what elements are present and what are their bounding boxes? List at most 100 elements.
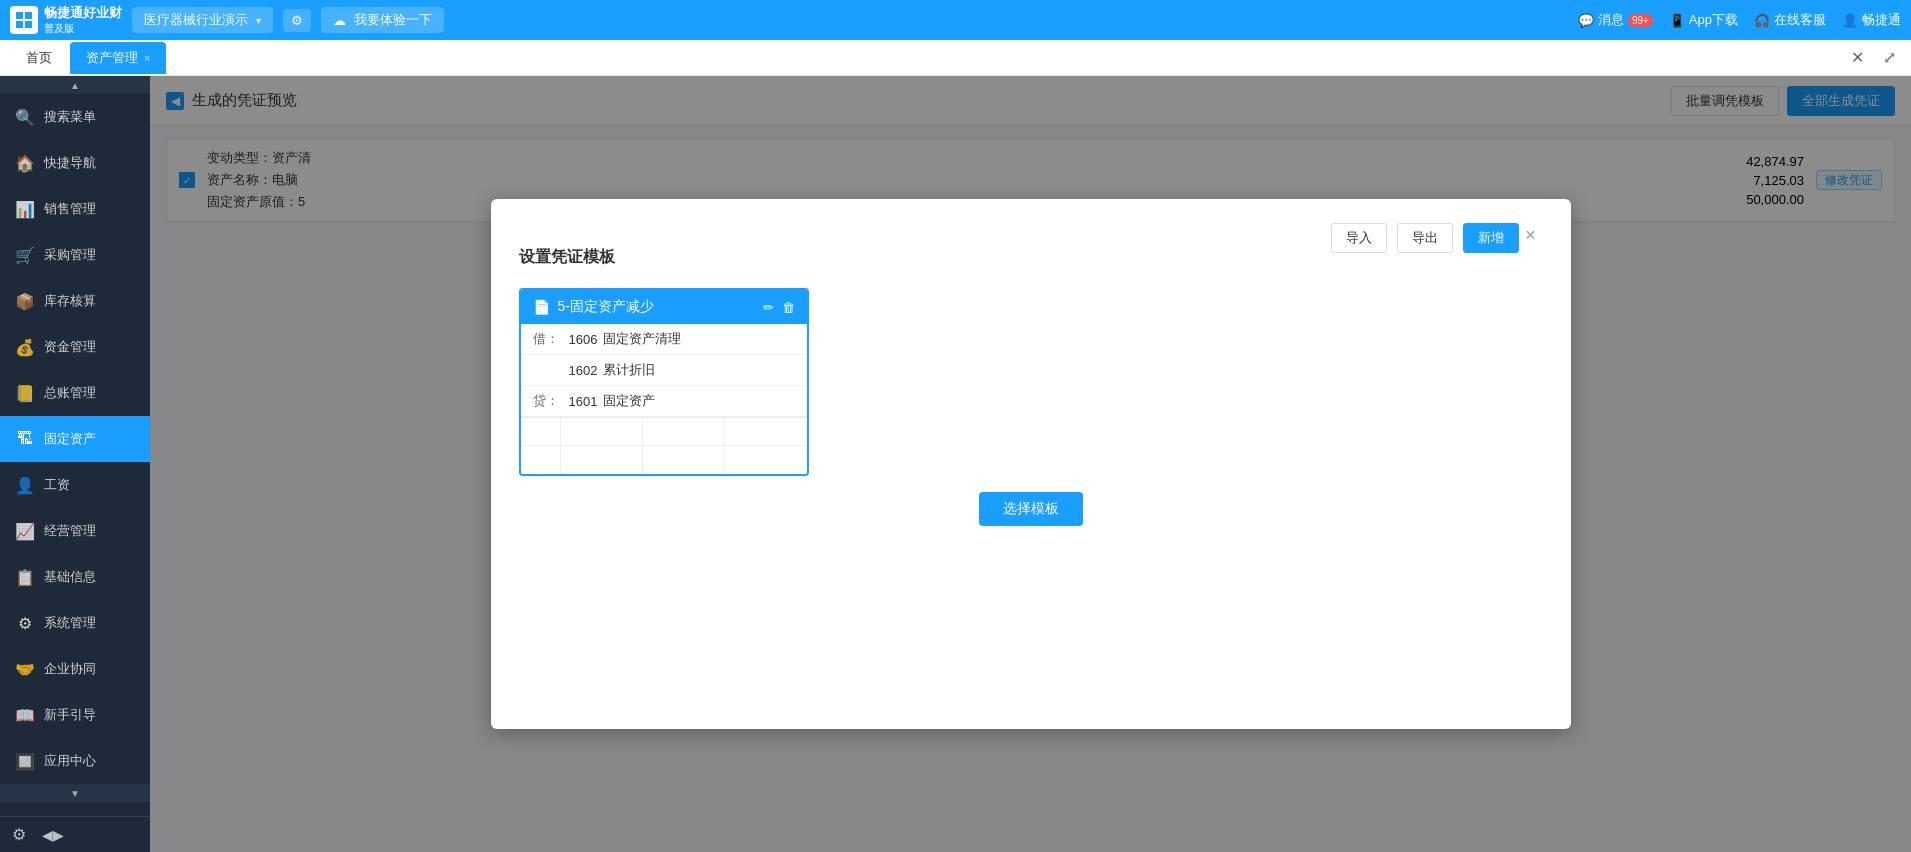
sidebar-item-quick-nav[interactable]: 🏠 快捷导航 [0,140,150,186]
template-doc-icon: 📄 [533,299,550,315]
svg-rect-1 [25,12,32,19]
company-name: 医疗器械行业演示 [144,11,248,29]
gear-icon: ⚙ [291,13,303,28]
template-header-actions: ✏ 🗑 [763,300,795,315]
sidebar: ▲ 🔍 搜索菜单 🏠 快捷导航 📊 销售管理 🛒 采购管理 📦 库存核算 💰 资… [0,76,150,852]
sidebar-collapse-icon[interactable]: ◀▶ [42,827,64,843]
sidebar-item-inventory[interactable]: 📦 库存核算 [0,278,150,324]
sidebar-base-info-label: 基础信息 [44,568,96,586]
guide-icon: 📖 [16,706,34,724]
select-template-btn[interactable]: 选择模板 [979,492,1083,526]
dropdown-icon: ▾ [256,15,261,26]
sidebar-operations-label: 经营管理 [44,522,96,540]
content-area: ◀ 生成的凭证预览 批量调凭模板 全部生成凭证 ✓ 变动类型：资产清 资产名称：… [150,76,1911,852]
online-service-btn[interactable]: 🎧 在线客服 [1754,11,1826,29]
user-name: 畅捷通 [1862,11,1901,29]
sidebar-item-fixed-assets[interactable]: 🏗 固定资产 [0,416,150,462]
modal-close-btn[interactable]: × [1519,223,1543,247]
messages-badge: 99+ [1628,14,1653,27]
purchase-icon: 🛒 [16,246,34,264]
sidebar-sales-label: 销售管理 [44,200,96,218]
sidebar-item-ledger[interactable]: 📒 总账管理 [0,370,150,416]
sidebar-purchase-label: 采购管理 [44,246,96,264]
company-selector[interactable]: 医疗器械行业演示 ▾ [132,7,273,33]
home-icon: 🏠 [16,154,34,172]
sidebar-guide-label: 新手引导 [44,706,96,724]
template-number-name: 5-固定资产减少 [558,298,654,316]
logo-area: 畅捷通好业财 普及版 [10,4,122,36]
user-btn[interactable]: 👤 畅捷通 [1842,11,1901,29]
messages-btn[interactable]: 💬 消息 99+ [1578,11,1653,29]
entry-code-1: 1602 [569,363,598,378]
nav-tabs-row: 首页 资产管理 × ✕ ⤢ [0,40,1911,76]
main-layout: ▲ 🔍 搜索菜单 🏠 快捷导航 📊 销售管理 🛒 采购管理 📦 库存核算 💰 资… [0,76,1911,852]
entry-code-0: 1606 [569,332,598,347]
sidebar-item-purchase[interactable]: 🛒 采购管理 [0,232,150,278]
empty-cell-2 [561,418,643,446]
tab-asset-label: 资产管理 [86,49,138,67]
sidebar-item-search[interactable]: 🔍 搜索菜单 [0,94,150,140]
sidebar-quick-nav-label: 快捷导航 [44,154,96,172]
template-edit-icon[interactable]: ✏ [763,300,774,315]
new-btn[interactable]: 新增 [1463,223,1519,253]
window-expand-btn[interactable]: ⤢ [1877,46,1901,70]
app-download-btn[interactable]: 📱 App下载 [1669,11,1738,29]
tab-asset-management[interactable]: 资产管理 × [70,42,166,74]
inventory-icon: 📦 [16,292,34,310]
svg-rect-3 [25,21,32,28]
experience-btn[interactable]: ☁ 我要体验一下 [321,7,444,33]
import-btn[interactable]: 导入 [1331,223,1387,253]
empty-cell-8 [725,446,807,474]
sidebar-item-payroll[interactable]: 👤 工资 [0,462,150,508]
operations-icon: 📈 [16,522,34,540]
empty-cell-3 [643,418,725,446]
sidebar-item-operations[interactable]: 📈 经营管理 [0,508,150,554]
tab-home[interactable]: 首页 [10,42,68,74]
tab-home-label: 首页 [26,49,52,67]
empty-cell-4 [725,418,807,446]
sidebar-item-finance[interactable]: 💰 资金管理 [0,324,150,370]
edition-label: 普及版 [44,22,122,36]
finance-icon: 💰 [16,338,34,356]
search-icon: 🔍 [16,108,34,126]
empty-cell-7 [643,446,725,474]
topbar-right: 💬 消息 99+ 📱 App下载 🎧 在线客服 👤 畅捷通 [1578,11,1901,29]
sidebar-fixed-assets-label: 固定资产 [44,430,96,448]
settings-icon-top[interactable]: ⚙ [283,9,311,32]
sidebar-scroll-up[interactable]: ▲ [0,76,150,94]
sidebar-item-app-center[interactable]: 🔲 应用中心 [0,738,150,784]
entry-side-0: 借： [533,330,563,348]
sidebar-app-center-label: 应用中心 [44,752,96,770]
sidebar-finance-label: 资金管理 [44,338,96,356]
entry-side-2: 贷： [533,392,563,410]
messages-label: 消息 [1598,11,1624,29]
sidebar-settings-icon[interactable]: ⚙ [12,825,26,844]
topbar: 畅捷通好业财 普及版 医疗器械行业演示 ▾ ⚙ ☁ 我要体验一下 💬 消息 99… [0,0,1911,40]
window-close-btn[interactable]: ✕ [1845,46,1869,70]
empty-cell-1 [521,418,561,446]
enterprise-icon: 🤝 [16,660,34,678]
base-info-icon: 📋 [16,568,34,586]
template-delete-icon[interactable]: 🗑 [782,300,795,315]
template-card: 📄 5-固定资产减少 ✏ 🗑 借： 1606 [519,288,809,476]
modal-title: 设置凭证模板 [519,247,615,268]
export-btn[interactable]: 导出 [1397,223,1453,253]
sidebar-scroll-down[interactable]: ▼ [0,784,150,802]
template-card-body: 借： 1606 固定资产清理 1602 累计折旧 贷： 1601 固定 [521,324,807,474]
template-entry-1: 1602 累计折旧 [521,355,807,386]
sidebar-system-label: 系统管理 [44,614,96,632]
app-download-label: App下载 [1689,11,1738,29]
sidebar-item-sales[interactable]: 📊 销售管理 [0,186,150,232]
template-entry-0: 借： 1606 固定资产清理 [521,324,807,355]
svg-rect-0 [16,12,23,19]
message-icon: 💬 [1578,13,1594,28]
phone-icon: 📱 [1669,13,1685,28]
sidebar-item-guide[interactable]: 📖 新手引导 [0,692,150,738]
sidebar-item-base-info[interactable]: 📋 基础信息 [0,554,150,600]
entry-account-0: 固定资产清理 [603,330,681,348]
empty-cell-6 [561,446,643,474]
sidebar-item-enterprise[interactable]: 🤝 企业协同 [0,646,150,692]
tab-close-icon[interactable]: × [144,52,150,64]
template-card-header: 📄 5-固定资产减少 ✏ 🗑 [521,290,807,324]
sidebar-item-system[interactable]: ⚙ 系统管理 [0,600,150,646]
